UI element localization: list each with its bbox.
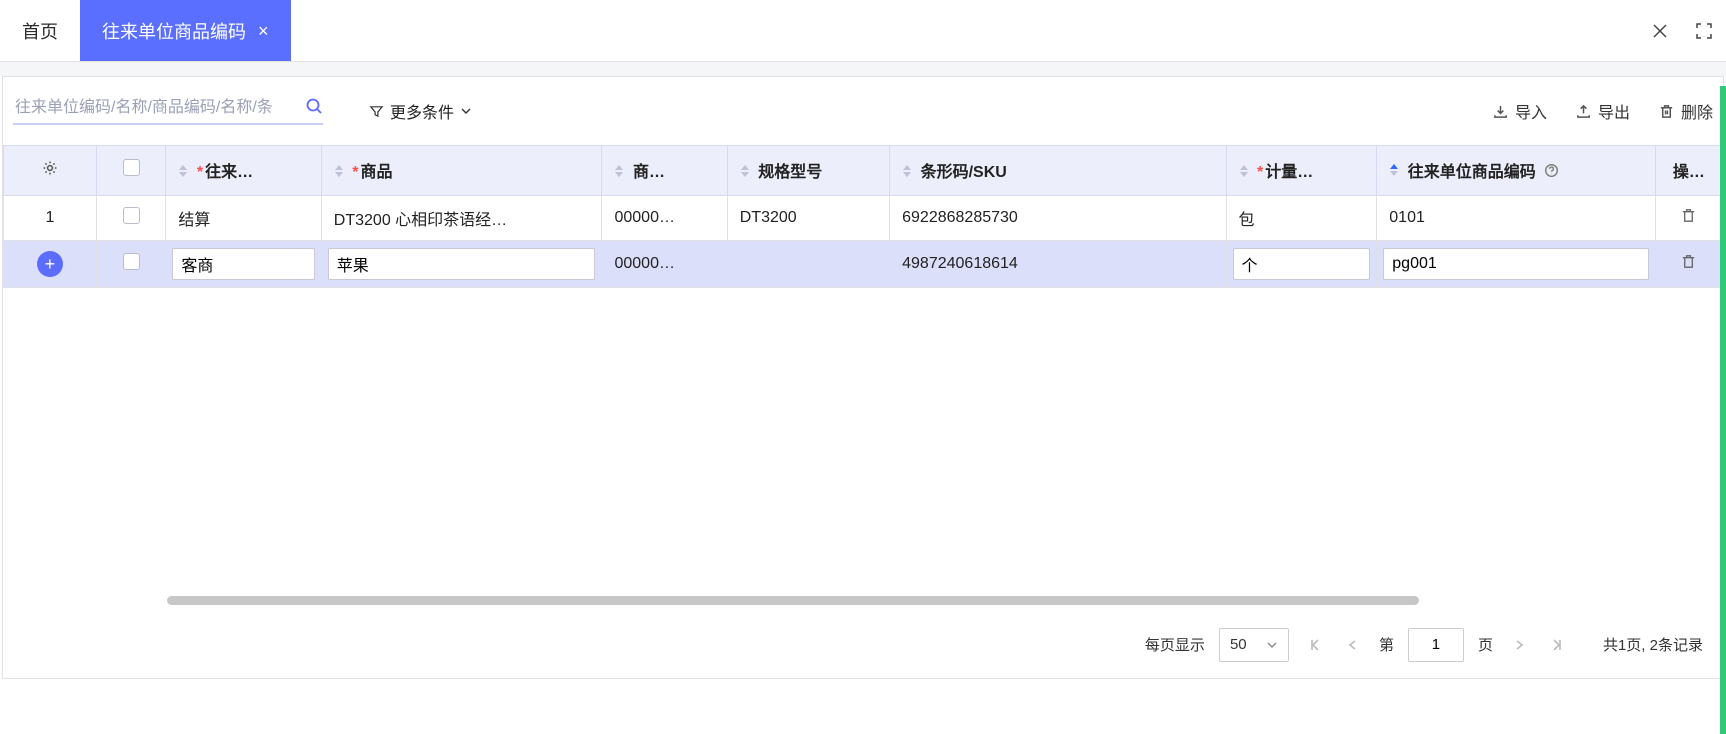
search-icon[interactable] <box>305 97 323 119</box>
sort-icon <box>1239 164 1249 183</box>
column-settings[interactable] <box>4 146 97 196</box>
main-panel: 更多条件 导入 导出 删除 <box>2 76 1724 679</box>
column-product-code[interactable]: 商… <box>602 146 727 196</box>
table-row[interactable]: + 00000… 4987240618614 <box>4 240 1723 287</box>
required-star: * <box>352 164 358 181</box>
column-product-code-label: 商… <box>633 164 665 181</box>
import-button[interactable]: 导入 <box>1492 99 1547 123</box>
page-size-value: 50 <box>1230 636 1247 653</box>
required-star: * <box>197 164 203 181</box>
filter-icon <box>369 104 384 119</box>
sort-icon <box>614 164 624 183</box>
column-partner-code[interactable]: 往来单位商品编码 <box>1377 146 1655 196</box>
export-label: 导出 <box>1598 99 1630 123</box>
cell-partner[interactable]: 结算 <box>166 195 321 240</box>
tab-home[interactable]: 首页 <box>0 0 80 61</box>
add-row-button[interactable]: + <box>37 251 63 277</box>
import-icon <box>1492 103 1509 120</box>
data-table: *往来… *商品 商… 规格型号 <box>3 145 1723 618</box>
scrollbar-thumb[interactable] <box>167 596 1419 605</box>
trash-icon <box>1658 103 1675 120</box>
sort-icon <box>178 164 188 183</box>
page-summary: 共1页, 2条记录 <box>1603 634 1703 655</box>
row-index: 1 <box>4 195 97 240</box>
next-page-button[interactable] <box>1507 633 1531 657</box>
chevron-down-icon <box>460 105 472 117</box>
column-barcode-label: 条形码/SKU <box>921 164 1007 181</box>
partner-input[interactable] <box>172 248 314 280</box>
row-delete-button[interactable] <box>1680 253 1697 270</box>
product-input[interactable] <box>328 248 596 280</box>
row-checkbox[interactable] <box>123 253 140 270</box>
help-icon[interactable] <box>1544 163 1559 183</box>
cell-spec <box>727 240 889 287</box>
toolbar: 更多条件 导入 导出 删除 <box>3 77 1723 145</box>
partner-code-input[interactable] <box>1383 248 1648 280</box>
cell-product-code: 00000… <box>602 240 727 287</box>
column-unit-label: 计量… <box>1265 164 1313 181</box>
first-page-button[interactable] <box>1303 633 1327 657</box>
column-partner-label: 往来… <box>205 164 253 181</box>
column-select-all[interactable] <box>96 146 166 196</box>
column-spec[interactable]: 规格型号 <box>727 146 889 196</box>
column-unit[interactable]: *计量… <box>1226 146 1377 196</box>
cell-product[interactable]: DT3200 心相印茶语经… <box>321 195 602 240</box>
window-close-button[interactable] <box>1638 0 1682 61</box>
page-size-select[interactable]: 50 <box>1219 628 1289 662</box>
horizontal-scrollbar[interactable] <box>3 594 1723 608</box>
fullscreen-button[interactable] <box>1682 0 1726 61</box>
export-button[interactable]: 导出 <box>1575 99 1630 123</box>
tab-strip: 首页 往来单位商品编码 × <box>0 0 1726 62</box>
cell-partner-code[interactable]: 0101 <box>1377 195 1655 240</box>
more-conditions-label: 更多条件 <box>390 99 454 123</box>
page-suffix-label: 页 <box>1478 634 1493 655</box>
column-operation: 操… <box>1655 146 1722 196</box>
export-icon <box>1575 103 1592 120</box>
prev-page-button[interactable] <box>1341 633 1365 657</box>
search-input[interactable] <box>13 98 305 118</box>
column-partner[interactable]: *往来… <box>166 146 321 196</box>
right-edge-accent <box>1720 86 1726 734</box>
search-box <box>13 97 323 125</box>
per-page-label: 每页显示 <box>1145 634 1205 655</box>
sort-icon <box>1389 163 1399 182</box>
import-label: 导入 <box>1515 99 1547 123</box>
gear-icon <box>41 164 59 181</box>
cell-spec: DT3200 <box>727 195 889 240</box>
delete-label: 删除 <box>1681 99 1713 123</box>
cell-barcode: 6922868285730 <box>890 195 1226 240</box>
delete-button[interactable]: 删除 <box>1658 99 1713 123</box>
unit-input[interactable] <box>1233 248 1371 280</box>
tab-active-label: 往来单位商品编码 <box>102 18 246 44</box>
column-barcode[interactable]: 条形码/SKU <box>890 146 1226 196</box>
cell-unit[interactable]: 包 <box>1226 195 1377 240</box>
column-partner-code-label: 往来单位商品编码 <box>1408 164 1536 181</box>
row-checkbox[interactable] <box>123 207 140 224</box>
required-star: * <box>1257 164 1263 181</box>
more-conditions-button[interactable]: 更多条件 <box>369 99 472 123</box>
cell-product-code: 00000… <box>602 195 727 240</box>
last-page-button[interactable] <box>1545 633 1569 657</box>
sort-icon <box>740 164 750 183</box>
cell-barcode: 4987240618614 <box>890 240 1226 287</box>
tab-home-label: 首页 <box>22 18 58 44</box>
column-product[interactable]: *商品 <box>321 146 602 196</box>
row-delete-button[interactable] <box>1680 207 1697 224</box>
close-icon[interactable]: × <box>258 22 269 40</box>
column-spec-label: 规格型号 <box>758 164 822 181</box>
column-product-label: 商品 <box>360 164 392 181</box>
table-row[interactable]: 1 结算 DT3200 心相印茶语经… 00000… DT3200 692286… <box>4 195 1723 240</box>
column-operation-label: 操… <box>1673 164 1705 181</box>
tab-active[interactable]: 往来单位商品编码 × <box>80 0 291 61</box>
page-prefix-label: 第 <box>1379 634 1394 655</box>
sort-icon <box>902 164 912 183</box>
table-empty-area <box>3 288 1723 588</box>
page-input[interactable] <box>1408 628 1464 662</box>
sort-icon <box>334 164 344 183</box>
chevron-down-icon <box>1266 639 1278 651</box>
pagination: 每页显示 50 第 页 共1页, 2条记录 <box>3 618 1723 678</box>
checkbox-all[interactable] <box>123 159 140 176</box>
